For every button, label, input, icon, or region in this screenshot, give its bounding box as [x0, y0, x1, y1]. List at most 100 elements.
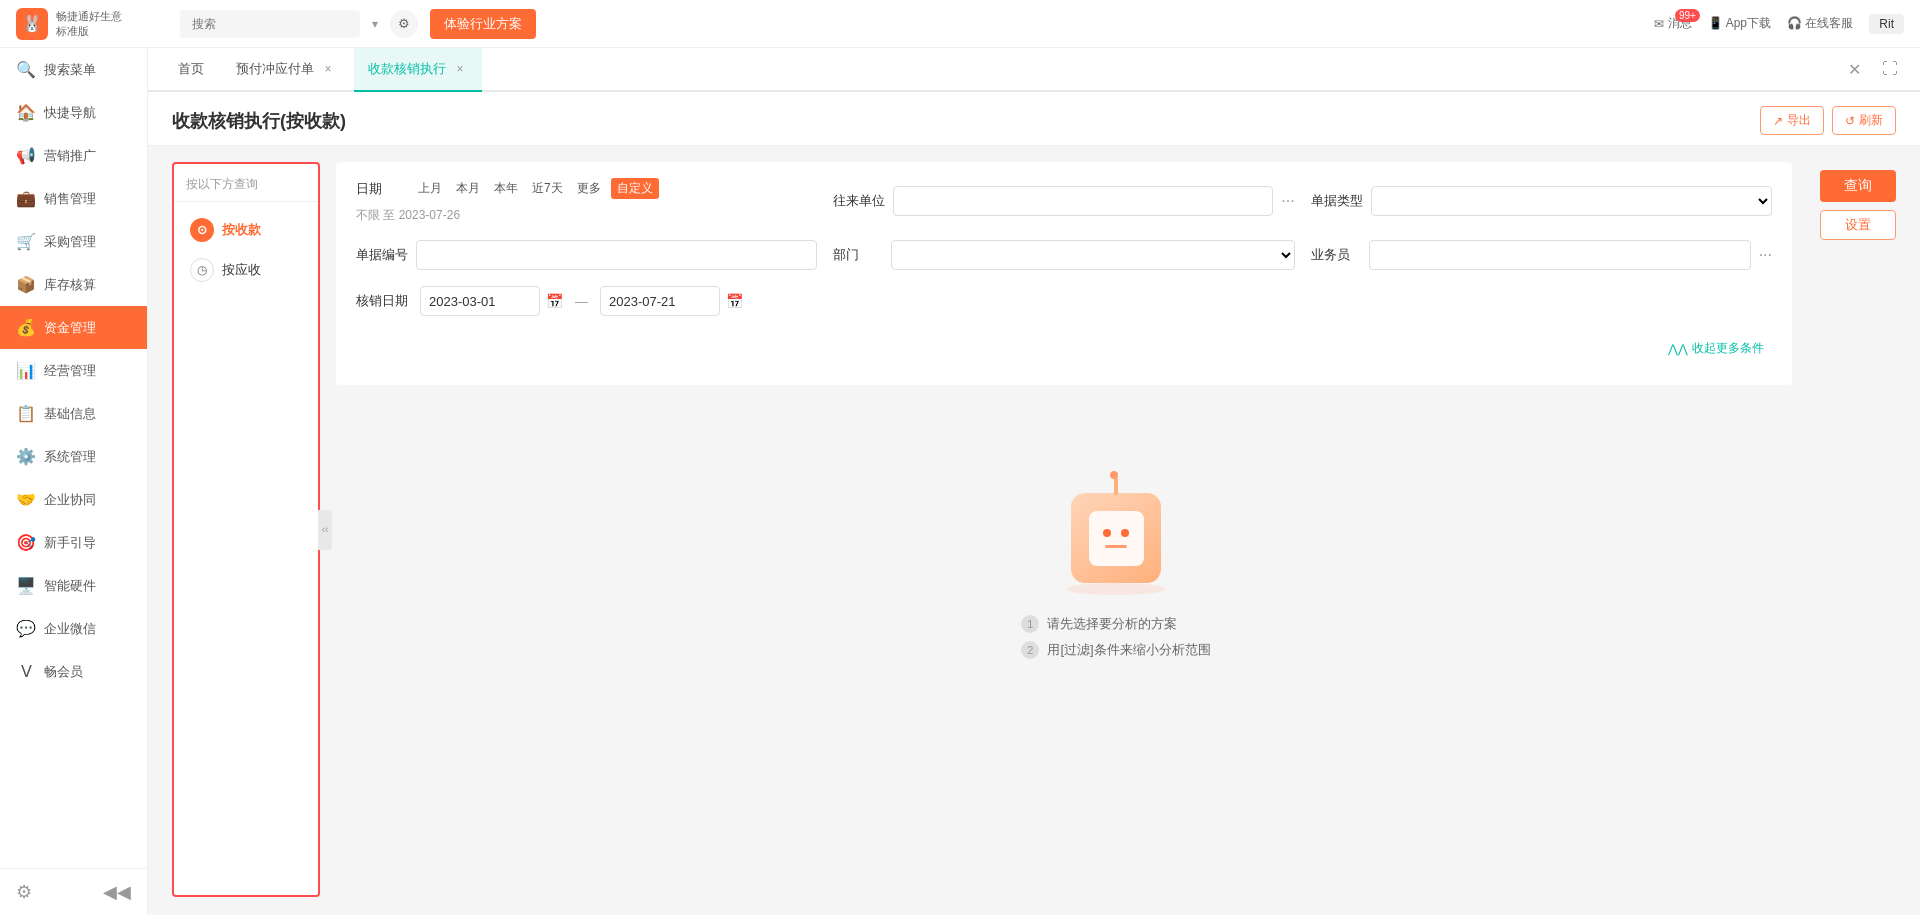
shortcut-this-year[interactable]: 本年: [490, 179, 522, 198]
sidebar: 🔍 搜索菜单 🏠 快捷导航 📢 营销推广 💼 销售管理 🛒 采购管理 📦 库存核…: [0, 48, 148, 915]
sidebar-item-collab[interactable]: 🤝 企业协同: [0, 478, 147, 521]
verif-date-to-input[interactable]: [600, 286, 720, 316]
step-num-1: 1: [1021, 615, 1039, 633]
industry-button[interactable]: 体验行业方案: [430, 9, 536, 39]
date-field: 日期 上月 本月 本年 近7天 更多 自定义: [356, 178, 817, 224]
dept-field: 部门: [833, 240, 1294, 270]
query-main-row: 日期 上月 本月 本年 近7天 更多 自定义: [336, 162, 1896, 385]
finance-icon: 💰: [16, 318, 36, 337]
shortcut-7days[interactable]: 近7天: [528, 179, 567, 198]
message-button[interactable]: ✉ 消息 99+: [1654, 15, 1692, 32]
tab-close-receipt[interactable]: ×: [452, 61, 468, 77]
settings-icon[interactable]: ⚙: [390, 10, 418, 38]
query-area: 日期 上月 本月 本年 近7天 更多 自定义: [336, 162, 1896, 897]
tab-prepayment[interactable]: 预付冲应付单 ×: [222, 48, 350, 92]
maximize-button[interactable]: ⛶: [1876, 55, 1904, 83]
robot-eye-right: [1121, 529, 1129, 537]
sidebar-bottom: ⚙ ◀◀: [0, 868, 147, 915]
antenna: [1114, 477, 1118, 495]
filter-panel: 按以下方查询 ⊙ 按收款 ◷ 按应收 ‹‹: [172, 162, 320, 897]
sidebar-item-finance[interactable]: 💰 资金管理: [0, 306, 147, 349]
filter-option-by-receipt[interactable]: ⊙ 按收款: [174, 210, 318, 250]
shortcut-custom[interactable]: 自定义: [611, 178, 659, 199]
antenna-top: [1110, 471, 1118, 479]
sidebar-item-management[interactable]: 📊 经营管理: [0, 349, 147, 392]
verif-date-row: 核销日期 📅 — 📅: [356, 286, 1772, 316]
staff-input[interactable]: [1369, 240, 1751, 270]
sidebar-item-hardware[interactable]: 🖥️ 智能硬件: [0, 564, 147, 607]
marketing-icon: 📢: [16, 146, 36, 165]
main-content: 首页 预付冲应付单 × 收款核销执行 × ✕ ⛶ 收款核销执行(按收款) ↗ 导…: [148, 48, 1920, 915]
form-row-1: 日期 上月 本月 本年 近7天 更多 自定义: [356, 178, 1772, 224]
dept-label: 部门: [833, 246, 883, 264]
party-input[interactable]: [893, 186, 1273, 216]
filter-panel-collapse[interactable]: ‹‹: [318, 510, 332, 550]
app-download-link[interactable]: 📱 App下载: [1708, 15, 1771, 32]
management-icon: 📊: [16, 361, 36, 380]
dept-select[interactable]: [891, 240, 1294, 270]
shortcut-this-month[interactable]: 本月: [452, 179, 484, 198]
empty-step-2: 2 用[过滤]条件来缩小分析范围: [1021, 641, 1210, 659]
close-tab-button[interactable]: ✕: [1840, 55, 1868, 83]
refresh-button[interactable]: ↺ 刷新: [1832, 106, 1896, 135]
sidebar-item-basic[interactable]: 📋 基础信息: [0, 392, 147, 435]
collapse-sidebar-icon[interactable]: ◀◀: [103, 881, 131, 903]
member-icon: Ⅴ: [16, 662, 36, 681]
sidebar-item-nav[interactable]: 🏠 快捷导航: [0, 91, 147, 134]
chevron-down-icon[interactable]: ▾: [372, 17, 378, 31]
bill-type-select[interactable]: [1371, 186, 1772, 216]
basic-icon: 📋: [16, 404, 36, 423]
staff-label: 业务员: [1311, 246, 1361, 264]
party-label: 往来单位: [833, 192, 885, 210]
chevron-up-icon: ⋀⋀: [1668, 342, 1688, 356]
collapse-more-button[interactable]: ⋀⋀ 收起更多条件: [1660, 336, 1772, 361]
empty-steps: 1 请先选择要分析的方案 2 用[过滤]条件来缩小分析范围: [1021, 615, 1210, 659]
form-row-2: 单据编号 部门 业务员 ···: [356, 240, 1772, 270]
calendar-to-icon[interactable]: 📅: [726, 293, 743, 309]
tab-home[interactable]: 首页: [164, 48, 218, 92]
user-profile[interactable]: Rit: [1869, 14, 1904, 34]
sidebar-item-member[interactable]: Ⅴ 畅会员: [0, 650, 147, 693]
bill-type-label: 单据类型: [1311, 192, 1363, 210]
query-button[interactable]: 查询: [1820, 170, 1896, 202]
settings-bottom-icon[interactable]: ⚙: [16, 881, 32, 903]
top-bar-right: ✉ 消息 99+ 📱 App下载 🎧 在线客服 Rit: [1654, 14, 1904, 34]
staff-field: 业务员 ···: [1311, 240, 1772, 270]
shadow: [1066, 583, 1166, 595]
staff-more-icon[interactable]: ···: [1759, 246, 1772, 264]
sidebar-item-purchase[interactable]: 🛒 采购管理: [0, 220, 147, 263]
filter-option-by-receivable[interactable]: ◷ 按应收: [174, 250, 318, 290]
sales-icon: 💼: [16, 189, 36, 208]
settings-button[interactable]: 设置: [1820, 210, 1896, 240]
sidebar-item-sales[interactable]: 💼 销售管理: [0, 177, 147, 220]
bill-type-field: 单据类型: [1311, 186, 1772, 216]
verif-date-from-input[interactable]: [420, 286, 540, 316]
logo: 🐰 畅捷通好生意 标准版: [16, 8, 164, 40]
sidebar-item-inventory[interactable]: 📦 库存核算: [0, 263, 147, 306]
shortcut-last-month[interactable]: 上月: [414, 179, 446, 198]
party-more-icon[interactable]: ···: [1281, 192, 1294, 210]
wechat-icon: 💬: [16, 619, 36, 638]
bill-no-input[interactable]: [416, 240, 817, 270]
verif-date-to-container: 📅: [600, 286, 743, 316]
receipt-icon: ⊙: [190, 218, 214, 242]
sidebar-item-search[interactable]: 🔍 搜索菜单: [0, 48, 147, 91]
empty-state: 1 请先选择要分析的方案 2 用[过滤]条件来缩小分析范围: [336, 385, 1896, 739]
sidebar-item-guide[interactable]: 🎯 新手引导: [0, 521, 147, 564]
search-input[interactable]: [180, 10, 360, 38]
export-button[interactable]: ↗ 导出: [1760, 106, 1824, 135]
robot-eye-left: [1103, 529, 1111, 537]
content-area: 按以下方查询 ⊙ 按收款 ◷ 按应收 ‹‹: [148, 146, 1920, 913]
sidebar-item-system[interactable]: ⚙️ 系统管理: [0, 435, 147, 478]
tab-close-prepayment[interactable]: ×: [320, 61, 336, 77]
tab-receipt-verify[interactable]: 收款核销执行 ×: [354, 48, 482, 92]
calendar-from-icon[interactable]: 📅: [546, 293, 563, 309]
phone-icon: 📱: [1708, 16, 1723, 30]
sidebar-item-marketing[interactable]: 📢 营销推广: [0, 134, 147, 177]
tab-bar: 首页 预付冲应付单 × 收款核销执行 × ✕ ⛶: [148, 48, 1920, 92]
filter-panel-title: 按以下方查询: [174, 176, 318, 202]
page-title-row: 收款核销执行(按收款) ↗ 导出 ↺ 刷新: [172, 106, 1896, 145]
sidebar-item-wechat[interactable]: 💬 企业微信: [0, 607, 147, 650]
online-service-link[interactable]: 🎧 在线客服: [1787, 15, 1853, 32]
shortcut-more[interactable]: 更多: [573, 179, 605, 198]
